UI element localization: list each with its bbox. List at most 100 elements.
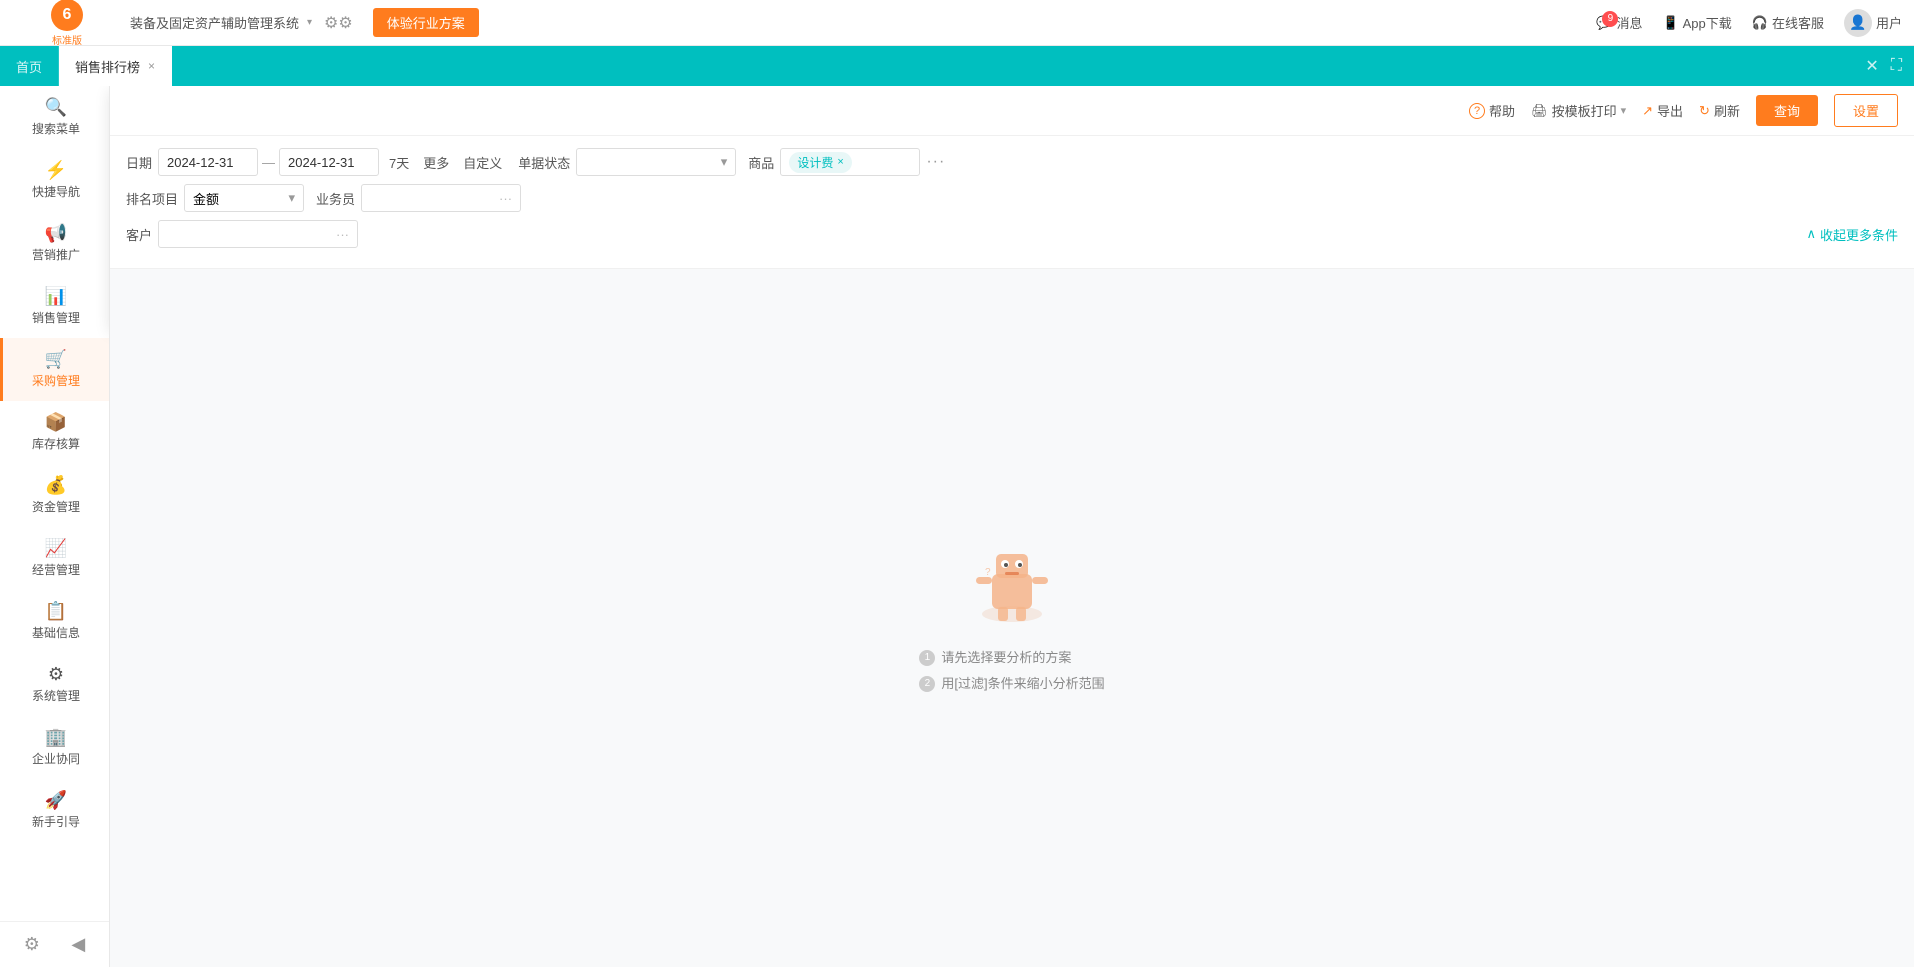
top-header: 6 标准版 装备及固定资产辅助管理系统 ▾ ⚙ 体验行业方案 💬 9 消息 📱 …: [0, 0, 1914, 46]
sidebar-item-purchase[interactable]: 🛒 采购管理: [0, 338, 109, 401]
close-window-icon[interactable]: ✕: [1865, 56, 1878, 76]
settings-button[interactable]: 设置: [1834, 94, 1898, 127]
sidebar-label-promote: 营销推广: [32, 246, 80, 263]
salesman-dots: ···: [499, 191, 512, 206]
gear-icon[interactable]: ⚙: [324, 13, 353, 33]
salesman-filter-group: 业务员 ···: [316, 184, 521, 212]
sidebar-item-quicknav[interactable]: ⚡ 快捷导航: [0, 149, 109, 212]
sidebar-item-search[interactable]: 🔍 搜索菜单: [0, 86, 109, 149]
filter-area: 日期 2024-12-31 — 2024-12-31 7天 更多 自定义: [110, 136, 1914, 269]
rank-value: 金额: [193, 189, 219, 208]
print-dropdown-icon: ▾: [1621, 104, 1627, 117]
app-download-btn[interactable]: 📱 App下载: [1662, 13, 1731, 32]
sidebar-item-operation[interactable]: 📈 经营管理: [0, 527, 109, 590]
goods-tag-close[interactable]: ×: [837, 156, 843, 168]
tip-text-2: 用[过滤]条件来缩小分析范围: [941, 671, 1104, 697]
empty-state: ? 1 请先选择要分析的方案 2 用[过滤]条件来缩小分析范围: [110, 269, 1914, 967]
collapse-btn[interactable]: ∧ 收起更多条件: [1806, 225, 1898, 244]
tip-num-2: 2: [919, 676, 935, 692]
help-icon: ?: [1469, 103, 1485, 119]
rank-item-filter-group: 排名项目 金额 ▾: [126, 184, 304, 212]
settings-bottom-icon[interactable]: ⚙: [24, 934, 40, 955]
sidebar-item-basic[interactable]: 📋 基础信息: [0, 590, 109, 653]
online-service-btn[interactable]: 🎧 在线客服: [1752, 13, 1824, 32]
collapse-btn-wrap: ∧ 收起更多条件: [1806, 225, 1898, 244]
notification-btn[interactable]: 💬 9 消息: [1596, 13, 1642, 32]
print-icon: 🖨: [1531, 103, 1548, 119]
date-start-value: 2024-12-31: [167, 155, 234, 170]
collapse-label: 收起更多条件: [1820, 225, 1898, 244]
logo-icon: 6: [51, 0, 83, 31]
empty-tip-2: 2 用[过滤]条件来缩小分析范围: [919, 671, 1104, 697]
goods-tag: 设计费 ×: [789, 152, 851, 173]
date-start-input[interactable]: 2024-12-31: [158, 148, 258, 176]
sidebar-item-fund[interactable]: 💰 资金管理: [0, 464, 109, 527]
collapse-icon[interactable]: ◀: [71, 934, 85, 955]
sidebar-item-warehouse[interactable]: 📦 库存核算: [0, 401, 109, 464]
print-btn[interactable]: 🖨 按模板打印 ▾: [1531, 101, 1626, 120]
content-area: ? 帮助 🖨 按模板打印 ▾ ↗ 导出 ↻ 刷新 查询 设置: [110, 86, 1914, 967]
goods-label: 商品: [748, 153, 774, 172]
sales-icon: 📊: [45, 287, 67, 305]
rank-label: 排名项目: [126, 189, 178, 208]
system-title-arrow-icon: ▾: [307, 17, 312, 28]
system-title-area: 装备及固定资产辅助管理系统 ▾ ⚙ 体验行业方案: [130, 8, 1596, 37]
date-separator: —: [262, 155, 275, 170]
print-label: 按模板打印: [1552, 101, 1617, 120]
customer-dots: ···: [336, 227, 349, 242]
filter-row-1: 日期 2024-12-31 — 2024-12-31 7天 更多 自定义: [126, 148, 1898, 176]
goods-input[interactable]: 设计费 ×: [780, 148, 920, 176]
export-btn[interactable]: ↗ 导出: [1642, 101, 1683, 120]
purchase-icon: 🛒: [45, 350, 67, 368]
date-custom-btn[interactable]: 自定义: [459, 151, 506, 174]
doc-status-select[interactable]: ▾: [576, 148, 736, 176]
system-title-text: 装备及固定资产辅助管理系统: [130, 13, 299, 32]
sidebar-item-guide[interactable]: 🚀 新手引导: [0, 779, 109, 842]
refresh-icon: ↻: [1699, 103, 1710, 119]
sidebar-label-guide: 新手引导: [32, 813, 80, 830]
query-button[interactable]: 查询: [1756, 95, 1818, 126]
warehouse-icon: 📦: [45, 413, 67, 431]
tab-sales-ranking[interactable]: 销售排行榜 ×: [59, 46, 172, 86]
empty-tip-1: 1 请先选择要分析的方案: [919, 645, 1104, 671]
sidebar-item-sales[interactable]: 📊 销售管理: [0, 275, 109, 338]
goods-more-btn[interactable]: ···: [926, 153, 945, 171]
toolbar: ? 帮助 🖨 按模板打印 ▾ ↗ 导出 ↻ 刷新 查询 设置: [110, 86, 1914, 136]
user-menu-btn[interactable]: 👤 用户: [1844, 9, 1902, 37]
tip-text-1: 请先选择要分析的方案: [941, 645, 1071, 671]
tab-bar: 首页 销售排行榜 × ✕ ⛶: [0, 46, 1914, 86]
tab-close-icon[interactable]: ×: [148, 59, 155, 73]
online-service-label: 在线客服: [1772, 13, 1824, 32]
date-7days-btn[interactable]: 7天: [385, 151, 413, 174]
goods-tag-text: 设计费: [797, 154, 833, 171]
sidebar-label-operation: 经营管理: [32, 561, 80, 578]
date-end-input[interactable]: 2024-12-31: [279, 148, 379, 176]
refresh-btn[interactable]: ↻ 刷新: [1699, 101, 1740, 120]
rank-select[interactable]: 金额 ▾: [184, 184, 304, 212]
notification-badge-wrap: 💬 9: [1596, 15, 1612, 31]
app-download-label: App下载: [1683, 13, 1732, 32]
fullscreen-icon[interactable]: ⛶: [1891, 57, 1902, 75]
search-icon: 🔍: [45, 98, 67, 116]
sidebar-item-system[interactable]: ⚙ 系统管理: [0, 653, 109, 716]
salesman-input[interactable]: ···: [361, 184, 521, 212]
industry-btn[interactable]: 体验行业方案: [373, 8, 479, 37]
date-range: 2024-12-31 — 2024-12-31: [158, 148, 379, 176]
sidebar-label-warehouse: 库存核算: [32, 435, 80, 452]
tab-home[interactable]: 首页: [0, 46, 59, 86]
logo-label: 标准版: [52, 32, 82, 47]
help-btn[interactable]: ? 帮助: [1469, 101, 1515, 120]
date-more-btn[interactable]: 更多: [419, 151, 453, 174]
date-label: 日期: [126, 153, 152, 172]
sidebar-label-system: 系统管理: [32, 687, 80, 704]
sidebar-item-enterprise[interactable]: 🏢 企业协同: [0, 716, 109, 779]
notification-count: 9: [1602, 11, 1618, 27]
help-label: 帮助: [1489, 101, 1515, 120]
sidebar-label-search: 搜索菜单: [32, 120, 80, 137]
logo-area: 6 标准版: [12, 0, 122, 47]
sidebar-item-promote[interactable]: 📢 营销推广: [0, 212, 109, 275]
sidebar-label-purchase: 采购管理: [32, 372, 80, 389]
guide-icon: 🚀: [45, 791, 67, 809]
user-label: 用户: [1876, 13, 1902, 32]
customer-input[interactable]: ···: [158, 220, 358, 248]
